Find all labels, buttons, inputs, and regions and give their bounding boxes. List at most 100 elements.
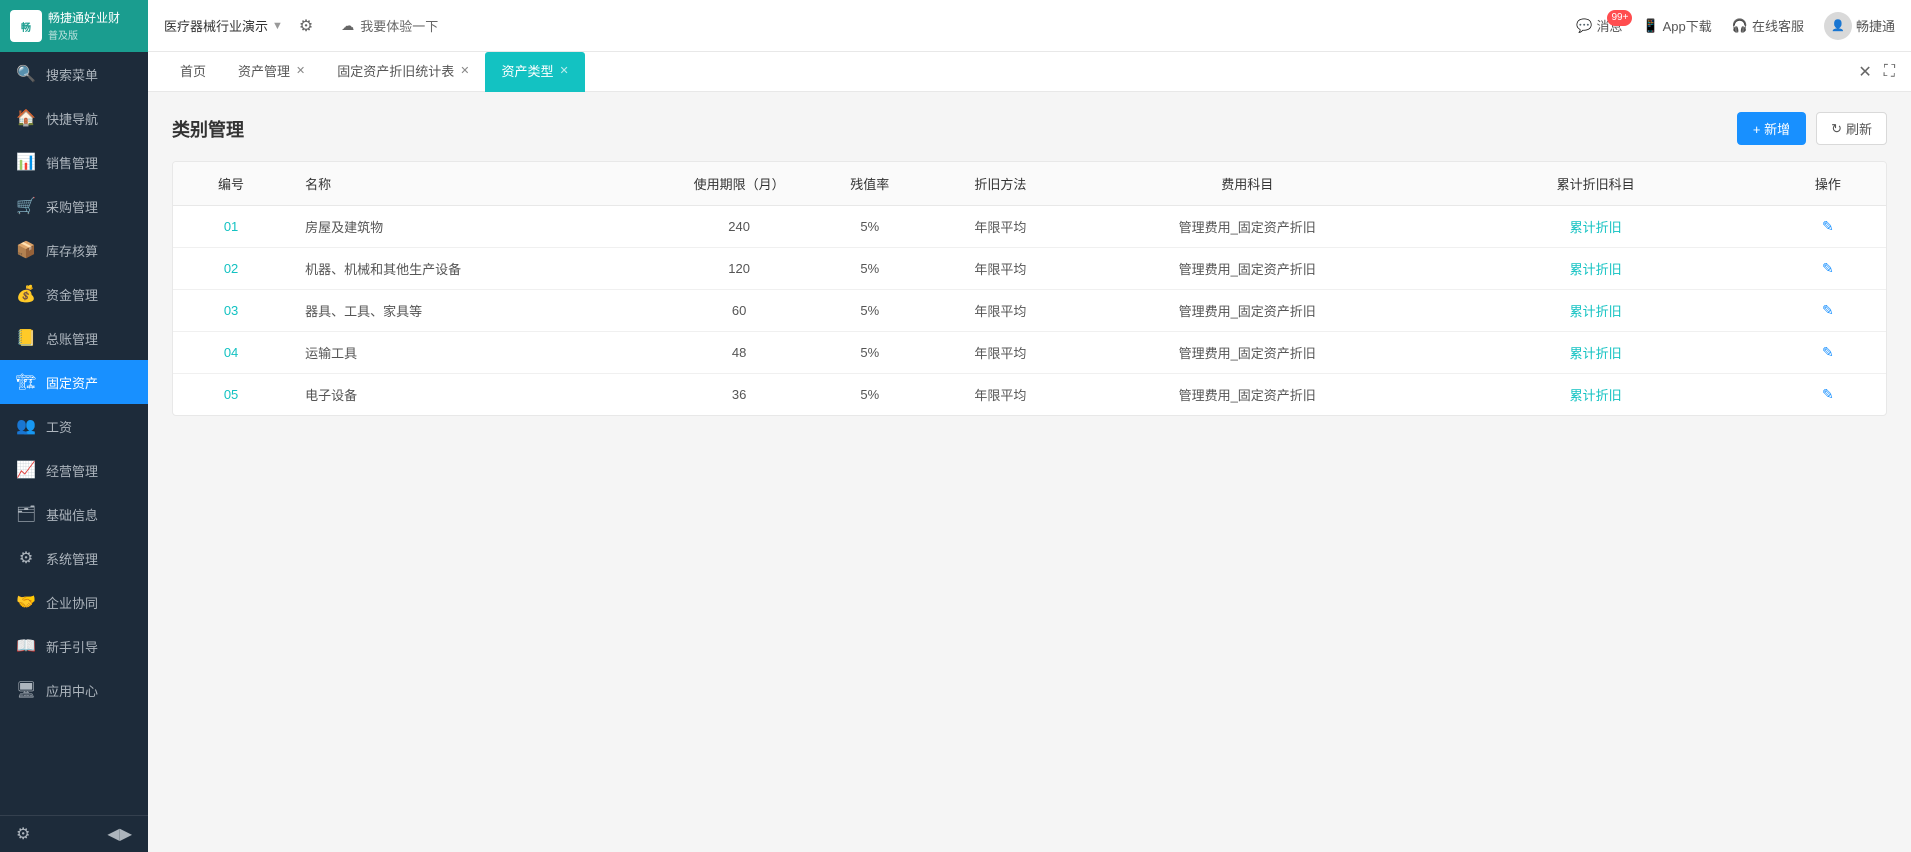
tab-close-asset-type[interactable]: ✕ — [560, 64, 569, 77]
collapse-icon[interactable]: ◀▶ — [107, 824, 132, 844]
tab-close-all-icon[interactable]: ✕ — [1858, 62, 1871, 82]
tab-close-asset-management[interactable]: ✕ — [296, 64, 305, 77]
cell-name: 电子设备 — [289, 374, 666, 416]
sidebar-item-ledger[interactable]: 📒 总账管理 — [0, 316, 148, 360]
sidebar-item-quick-nav[interactable]: 🏠 快捷导航 — [0, 96, 148, 140]
cell-residual: 5% — [812, 290, 928, 332]
topbar-gear-icon[interactable]: ⚙ — [299, 16, 313, 36]
col-header-period: 使用期限（月） — [667, 162, 812, 206]
cell-name: 器具、工具、家具等 — [289, 290, 666, 332]
edit-icon[interactable]: ✎ — [1822, 386, 1834, 402]
table-row: 05 电子设备 36 5% 年限平均 管理费用_固定资产折旧 累计折旧 ✎ — [173, 374, 1886, 416]
edit-icon[interactable]: ✎ — [1822, 302, 1834, 318]
page-title: 类别管理 — [172, 116, 244, 142]
sales-icon: 📊 — [16, 152, 36, 172]
cell-code: 04 — [173, 332, 289, 374]
col-header-code: 编号 — [173, 162, 289, 206]
edit-icon[interactable]: ✎ — [1822, 344, 1834, 360]
cell-code: 02 — [173, 248, 289, 290]
cell-expense: 管理费用_固定资产折旧 — [1073, 374, 1421, 416]
col-header-method: 折旧方法 — [928, 162, 1073, 206]
tab-asset-management[interactable]: 资产管理 ✕ — [222, 52, 321, 92]
cell-name: 房屋及建筑物 — [289, 206, 666, 248]
cell-period: 120 — [667, 248, 812, 290]
cell-code: 05 — [173, 374, 289, 416]
tab-home[interactable]: 首页 — [164, 52, 222, 92]
cell-method: 年限平均 — [928, 332, 1073, 374]
cell-cumulative: 累计折旧 — [1421, 332, 1769, 374]
topbar-right: 💬 消息 99+ 📱 App下载 🎧 在线客服 👤 畅捷通 — [1576, 12, 1895, 40]
table-row: 04 运输工具 48 5% 年限平均 管理费用_固定资产折旧 累计折旧 ✎ — [173, 332, 1886, 374]
messages-button[interactable]: 💬 消息 99+ — [1576, 16, 1622, 35]
sidebar-item-inventory[interactable]: 📦 库存核算 — [0, 228, 148, 272]
company-selector[interactable]: 医疗器械行业演示 ▼ — [164, 16, 283, 35]
online-service-button[interactable]: 🎧 在线客服 — [1732, 16, 1804, 35]
cell-action: ✎ — [1770, 290, 1886, 332]
cell-expense: 管理费用_固定资产折旧 — [1073, 206, 1421, 248]
cell-residual: 5% — [812, 248, 928, 290]
page-content: 类别管理 + 新增 ↻ 刷新 编号 名称 使用期限（月） 残值率 折旧方法 — [148, 92, 1911, 852]
search-icon: 🔍 — [16, 64, 36, 84]
system-icon: ⚙ — [16, 548, 36, 568]
sidebar-item-enterprise[interactable]: 🤝 企业协同 — [0, 580, 148, 624]
sidebar-item-payroll[interactable]: 👥 工资 — [0, 404, 148, 448]
sidebar-item-sales[interactable]: 📊 销售管理 — [0, 140, 148, 184]
sidebar-item-operations[interactable]: 📈 经营管理 — [0, 448, 148, 492]
avatar: 👤 — [1824, 12, 1852, 40]
cell-expense: 管理费用_固定资产折旧 — [1073, 332, 1421, 374]
sidebar-item-basic-info[interactable]: 🗂 基础信息 — [0, 492, 148, 536]
enterprise-icon: 🤝 — [16, 592, 36, 612]
sidebar-logo: 畅 畅捷通好业财 普及版 — [0, 0, 148, 52]
sidebar-bottom: ⚙ ◀▶ — [0, 815, 148, 852]
cell-action: ✎ — [1770, 374, 1886, 416]
inventory-icon: 📦 — [16, 240, 36, 260]
cell-cumulative: 累计折旧 — [1421, 374, 1769, 416]
tab-close-depreciation-stat[interactable]: ✕ — [460, 64, 469, 77]
cell-code: 03 — [173, 290, 289, 332]
col-header-cumulative: 累计折旧科目 — [1421, 162, 1769, 206]
refresh-button[interactable]: ↻ 刷新 — [1816, 112, 1887, 145]
sidebar: 畅 畅捷通好业财 普及版 🔍 搜索菜单 🏠 快捷导航 📊 销售管理 🛒 采购管理… — [0, 0, 148, 852]
app-download-button[interactable]: 📱 App下载 — [1642, 16, 1711, 35]
sidebar-item-fixed-assets[interactable]: 🏗 固定资产 — [0, 360, 148, 404]
cell-method: 年限平均 — [928, 248, 1073, 290]
tabbar-right: ✕ ⛶ — [1858, 62, 1895, 82]
sidebar-item-funds[interactable]: 💰 资金管理 — [0, 272, 148, 316]
sidebar-item-app-center[interactable]: 🖥 应用中心 — [0, 668, 148, 712]
cell-period: 60 — [667, 290, 812, 332]
sidebar-item-search[interactable]: 🔍 搜索菜单 — [0, 52, 148, 96]
col-header-expense: 费用科目 — [1073, 162, 1421, 206]
col-header-action: 操作 — [1770, 162, 1886, 206]
cell-action: ✎ — [1770, 206, 1886, 248]
table-row: 03 器具、工具、家具等 60 5% 年限平均 管理费用_固定资产折旧 累计折旧… — [173, 290, 1886, 332]
cell-name: 机器、机械和其他生产设备 — [289, 248, 666, 290]
cell-residual: 5% — [812, 332, 928, 374]
tab-expand-icon[interactable]: ⛶ — [1884, 63, 1895, 81]
cell-cumulative: 累计折旧 — [1421, 248, 1769, 290]
sidebar-item-guide[interactable]: 📖 新手引导 — [0, 624, 148, 668]
sidebar-item-system[interactable]: ⚙ 系统管理 — [0, 536, 148, 580]
sidebar-menu: 🔍 搜索菜单 🏠 快捷导航 📊 销售管理 🛒 采购管理 📦 库存核算 💰 资金管… — [0, 52, 148, 815]
cloud-icon: ☁ — [341, 18, 354, 34]
edit-icon[interactable]: ✎ — [1822, 218, 1834, 234]
tab-depreciation-stat[interactable]: 固定资产折旧统计表 ✕ — [321, 52, 485, 92]
home-icon: 🏠 — [16, 108, 36, 128]
basic-info-icon: 🗂 — [16, 504, 36, 524]
cell-period: 48 — [667, 332, 812, 374]
app-center-icon: 🖥 — [16, 680, 36, 700]
cell-method: 年限平均 — [928, 206, 1073, 248]
topbar: 医疗器械行业演示 ▼ ⚙ ☁ 我要体验一下 💬 消息 99+ 📱 App下载 🎧… — [148, 0, 1911, 52]
cell-cumulative: 累计折旧 — [1421, 206, 1769, 248]
cell-period: 36 — [667, 374, 812, 416]
table-row: 02 机器、机械和其他生产设备 120 5% 年限平均 管理费用_固定资产折旧 … — [173, 248, 1886, 290]
edit-icon[interactable]: ✎ — [1822, 260, 1834, 276]
new-button[interactable]: + 新增 — [1737, 112, 1806, 145]
headset-icon: 🎧 — [1732, 18, 1748, 34]
sidebar-item-purchase[interactable]: 🛒 采购管理 — [0, 184, 148, 228]
tab-asset-type[interactable]: 资产类型 ✕ — [485, 52, 584, 92]
experience-button[interactable]: ☁ 我要体验一下 — [341, 16, 438, 35]
settings-icon[interactable]: ⚙ — [16, 824, 30, 844]
data-table: 编号 名称 使用期限（月） 残值率 折旧方法 费用科目 累计折旧科目 操作 01… — [172, 161, 1887, 416]
cell-name: 运输工具 — [289, 332, 666, 374]
user-profile[interactable]: 👤 畅捷通 — [1824, 12, 1895, 40]
